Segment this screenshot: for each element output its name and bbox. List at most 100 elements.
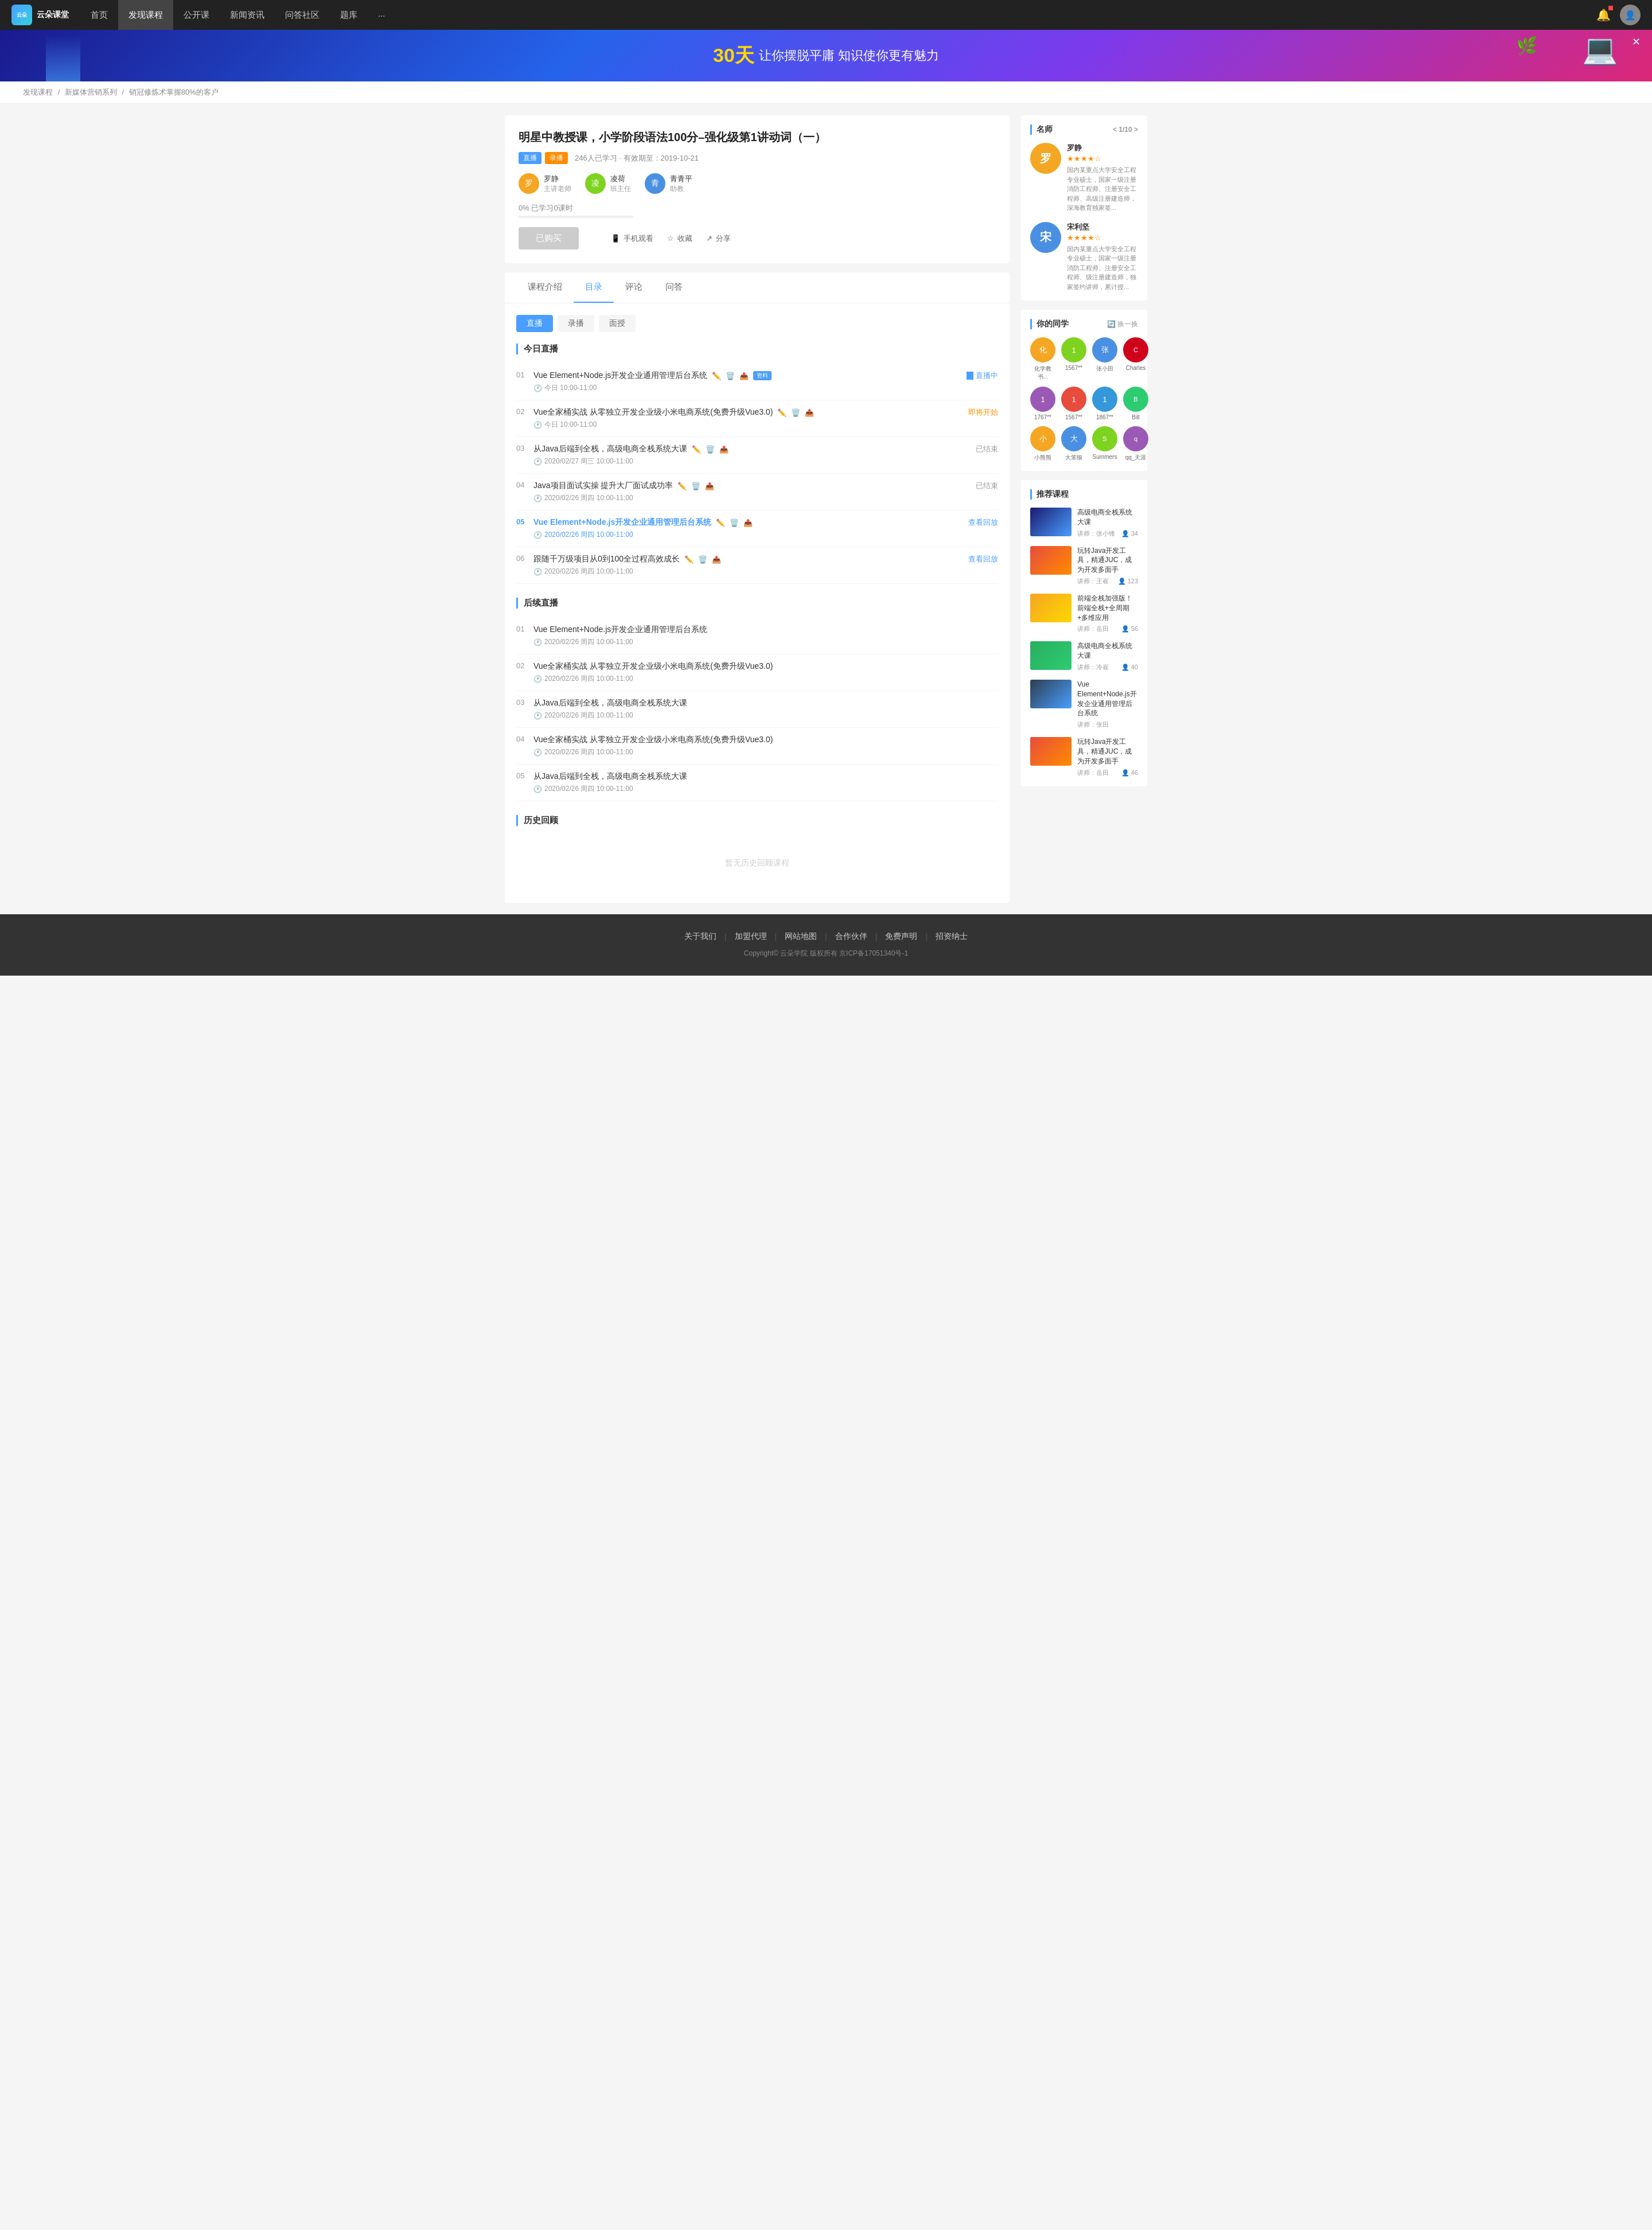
history-section: 历史回顾 暂无历史回顾课程 [516, 815, 998, 891]
nav-item-more[interactable]: ··· [368, 0, 396, 30]
lesson-info: Vue Element+Node.js开发企业通用管理后台系统 ✏️ 🗑️ 📤 … [533, 371, 967, 393]
table-row: 04 Vue全家桶实战 从零独立开发企业级小米电商系统(免费升级Vue3.0) … [516, 728, 998, 765]
nav-item-exam[interactable]: 题库 [330, 0, 368, 30]
classmate-avatar: 1 [1092, 387, 1117, 412]
collect-button[interactable]: ☆ 收藏 [667, 233, 692, 244]
classmate: 1 1567** [1061, 387, 1086, 420]
nav-item-news[interactable]: 新闻资讯 [220, 0, 275, 30]
rec-info: 高级电商全栈系统大课 讲师：张小锋 👤 34 [1077, 508, 1138, 538]
classmate-avatar: C [1123, 337, 1148, 362]
nav-item-open[interactable]: 公开课 [173, 0, 220, 30]
classmates-grid: 化 化学教书... 1 1567** 张 张小田 C Charles [1030, 337, 1138, 462]
rec-meta: 讲师：张田 [1077, 720, 1138, 729]
tab-intro[interactable]: 课程介绍 [516, 272, 574, 303]
share-button[interactable]: ↗ 分享 [706, 233, 731, 244]
rec-course-4[interactable]: 高级电商全栈系统大课 讲师：冷崔 👤 40 [1030, 641, 1138, 672]
bought-button[interactable]: 已购买 [519, 227, 579, 249]
teacher-2-role: 班主任 [610, 184, 631, 194]
nav-item-discover[interactable]: 发现课程 [118, 0, 173, 30]
nav-items: 首页 发现课程 公开课 新闻资讯 问答社区 题库 ··· [80, 0, 1596, 30]
lesson-name: 从Java后端到全栈，高级电商全栈系统大课 [533, 771, 998, 782]
tab-qa[interactable]: 问答 [654, 272, 694, 303]
mobile-watch-button[interactable]: 📱 手机观看 [611, 233, 653, 244]
classmate-name: 化学教书... [1030, 365, 1055, 381]
classmate: 化 化学教书... [1030, 337, 1055, 381]
share-icon: 📤 [712, 555, 721, 564]
footer-link-partner[interactable]: 合作伙伴 [827, 931, 875, 942]
sidebar-teacher-1-stars: ★★★★☆ [1067, 154, 1138, 163]
tab-comment[interactable]: 评论 [614, 272, 654, 303]
teacher-2: 凌 凌荷 班主任 [585, 173, 631, 194]
lesson-time: 🕐 今日 10:00-11:00 [533, 383, 967, 393]
lesson-info: Java项目面试实操 提升大厂面试成功率 ✏️ 🗑️ 📤 🕐 2020/02/2… [533, 481, 976, 503]
sidebar-teacher-1-avatar: 罗 [1030, 143, 1061, 174]
sub-tab-record[interactable]: 录播 [558, 315, 594, 332]
rec-title: 玩转Java开发工具，精通JUC，成为开发多面手 [1077, 546, 1138, 575]
future-live-title: 后续直播 [516, 598, 998, 609]
rec-course-3[interactable]: 前端全栈加强版！前端全栈+全周期+多维应用 讲师：岳田 👤 56 [1030, 594, 1138, 633]
breadcrumb-discover[interactable]: 发现课程 [23, 88, 53, 96]
footer-link-sitemap[interactable]: 网站地图 [777, 931, 825, 942]
teacher-1-name: 罗静 [544, 174, 571, 184]
rec-course-6[interactable]: 玩转Java开发工具，精通JUC，成为开发多面手 讲师：岳田 👤 46 [1030, 737, 1138, 777]
rec-course-2[interactable]: 玩转Java开发工具，精通JUC，成为开发多面手 讲师：王崔 👤 123 [1030, 546, 1138, 586]
rec-title: 高级电商全栈系统大课 [1077, 641, 1138, 661]
lesson-info: Vue Element+Node.js开发企业通用管理后台系统 ✏️ 🗑️ 📤 … [533, 517, 968, 540]
teacher-2-avatar: 凌 [585, 173, 606, 194]
rec-course-5[interactable]: Vue Element+Node.js开发企业通用管理后台系统 讲师：张田 [1030, 680, 1138, 729]
edit-icon: ✏️ [692, 445, 701, 454]
classmate: 1 1867** [1092, 387, 1117, 420]
teacher-3-avatar: 青 [645, 173, 665, 194]
lesson-name: 从Java后端到全栈，高级电商全栈系统大课 [533, 444, 687, 454]
classmate-avatar: 1 [1030, 387, 1055, 412]
history-title: 历史回顾 [516, 815, 998, 826]
classmates-refresh-button[interactable]: 🔄 换一换 [1107, 319, 1138, 329]
today-live-section: 今日直播 01 Vue Element+Node.js开发企业通用管理后台系统 … [516, 344, 998, 584]
rec-meta: 讲师：岳田 👤 46 [1077, 769, 1138, 777]
tag-record: 录播 [545, 152, 568, 164]
notification-bell[interactable]: 🔔 [1596, 8, 1611, 22]
classmate: q qq_天涯 [1123, 426, 1148, 462]
user-avatar[interactable]: 👤 [1620, 5, 1641, 25]
future-live-section: 后续直播 01 Vue Element+Node.js开发企业通用管理后台系统 … [516, 598, 998, 801]
teachers-nav[interactable]: < 1/10 > [1113, 126, 1138, 134]
footer-link-recruit[interactable]: 招资纳士 [928, 931, 976, 942]
banner-close-button[interactable]: ✕ [1632, 36, 1641, 48]
edit-icon: ✏️ [716, 518, 725, 527]
footer-link-disclaimer[interactable]: 免费声明 [877, 931, 925, 942]
nav-item-home[interactable]: 首页 [80, 0, 118, 30]
sidebar-teacher-2: 宋 宋利坚 ★★★★☆ 国内某重点大学安全工程专业硕士，国家一级注册消防工程师、… [1030, 222, 1138, 292]
rec-course-1[interactable]: 高级电商全栈系统大课 讲师：张小锋 👤 34 [1030, 508, 1138, 538]
nav-item-qa[interactable]: 问答社区 [275, 0, 330, 30]
classmate: S Summers [1092, 426, 1117, 462]
sub-tab-live[interactable]: 直播 [516, 315, 553, 332]
footer-link-about[interactable]: 关于我们 [676, 931, 724, 942]
sub-tab-class[interactable]: 面授 [599, 315, 636, 332]
classmate: 大 大笨狼 [1061, 426, 1086, 462]
live-bar-icon [967, 372, 973, 380]
table-row: 05 Vue Element+Node.js开发企业通用管理后台系统 ✏️ 🗑️… [516, 510, 998, 547]
tab-catalog[interactable]: 目录 [574, 272, 614, 303]
banner-laptop: 💻 [1582, 33, 1618, 66]
classmate: C Charles [1123, 337, 1148, 381]
nav-logo[interactable]: 云朵 云朵课堂 [11, 5, 69, 25]
sidebar-teacher-2-desc: 国内某重点大学安全工程专业硕士，国家一级注册消防工程师、注册安全工程师、级注册建… [1067, 244, 1138, 292]
teachers-card-title: 名师 < 1/10 > [1030, 124, 1138, 135]
table-row: 05 从Java后端到全栈，高级电商全栈系统大课 🕐2020/02/26 周四 … [516, 765, 998, 801]
lesson-name: Vue Element+Node.js开发企业通用管理后台系统 [533, 517, 711, 528]
lesson-time: 🕐 2020/02/27 周三 10:00-11:00 [533, 457, 976, 466]
breadcrumb-series[interactable]: 新媒体营销系列 [65, 88, 117, 96]
footer-link-agent[interactable]: 加盟代理 [727, 931, 775, 942]
classmate-name: 张小田 [1096, 365, 1113, 373]
banner-content: 30天 让你摆脱平庸 知识使你更有魅力 [713, 42, 939, 69]
classmate: 张 张小田 [1092, 337, 1117, 381]
lesson-status: 查看回放 [968, 554, 998, 564]
classmate-name: qq_天涯 [1125, 454, 1147, 462]
classmate-avatar: 张 [1092, 337, 1117, 362]
delete-icon: 🗑️ [706, 445, 715, 454]
tabs-content: 直播 录播 面授 今日直播 01 Vue Elemen [505, 303, 1010, 903]
sidebar-teacher-2-name: 宋利坚 [1067, 222, 1138, 232]
logo-text: 云朵课堂 [37, 10, 69, 20]
rec-thumb [1030, 737, 1072, 766]
lesson-info: 从Java后端到全栈，高级电商全栈系统大课 🕐2020/02/26 周四 10:… [533, 771, 998, 794]
